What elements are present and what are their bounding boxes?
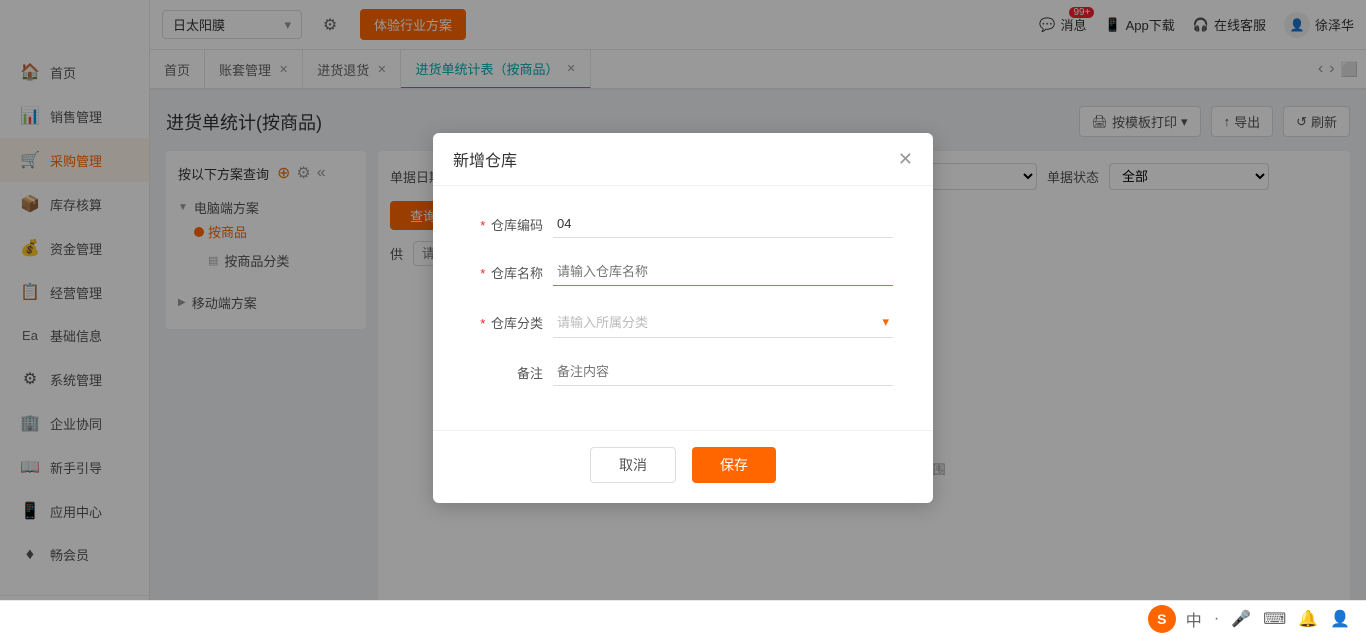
dialog-overlay: 新增仓库 ✕ * 仓库编码 * 仓库名称 bbox=[0, 0, 1366, 636]
warehouse-category-select[interactable]: 请输入所属分类 ▾ bbox=[553, 306, 893, 338]
dialog-close-button[interactable]: ✕ bbox=[898, 150, 913, 168]
warehouse-name-label: * 仓库名称 bbox=[473, 263, 553, 282]
warehouse-code-row: * 仓库编码 bbox=[473, 210, 893, 238]
required-star-name: * bbox=[480, 266, 485, 281]
dialog-title: 新增仓库 bbox=[453, 147, 517, 171]
warehouse-name-row: * 仓库名称 bbox=[473, 258, 893, 286]
required-star-cat: * bbox=[480, 316, 485, 331]
mic-icon[interactable]: 🎤 bbox=[1231, 609, 1251, 629]
warehouse-name-input[interactable] bbox=[553, 258, 893, 286]
bottom-logo: S bbox=[1148, 605, 1176, 633]
keyboard-icon[interactable]: ⌨ bbox=[1263, 609, 1286, 629]
s-logo-icon: S bbox=[1148, 605, 1176, 633]
dialog-footer: 取消 保存 bbox=[433, 430, 933, 503]
cancel-button[interactable]: 取消 bbox=[590, 447, 676, 483]
bell-icon[interactable]: 🔔 bbox=[1298, 609, 1318, 629]
bottom-icons: 中 · 🎤 ⌨ 🔔 👤 bbox=[1186, 607, 1350, 631]
warehouse-code-input[interactable] bbox=[553, 210, 893, 238]
warehouse-remark-row: 备注 bbox=[473, 358, 893, 386]
chinese-icon: 中 bbox=[1186, 607, 1202, 631]
dot-icon: · bbox=[1214, 610, 1219, 628]
save-button[interactable]: 保存 bbox=[692, 447, 776, 483]
dialog-body: * 仓库编码 * 仓库名称 * 仓库分类 请输入所属 bbox=[433, 186, 933, 430]
dialog-header: 新增仓库 ✕ bbox=[433, 133, 933, 186]
warehouse-remark-input[interactable] bbox=[553, 358, 893, 386]
user-icon[interactable]: 👤 bbox=[1330, 609, 1350, 629]
warehouse-code-label: * 仓库编码 bbox=[473, 215, 553, 234]
new-warehouse-dialog: 新增仓库 ✕ * 仓库编码 * 仓库名称 bbox=[433, 133, 933, 503]
required-star: * bbox=[480, 218, 485, 233]
chevron-down-icon: ▾ bbox=[882, 314, 889, 330]
bottom-bar: S 中 · 🎤 ⌨ 🔔 👤 bbox=[0, 600, 1366, 636]
warehouse-category-label: * 仓库分类 bbox=[473, 313, 553, 332]
warehouse-remark-label: 备注 bbox=[473, 363, 553, 382]
warehouse-category-row: * 仓库分类 请输入所属分类 ▾ bbox=[473, 306, 893, 338]
